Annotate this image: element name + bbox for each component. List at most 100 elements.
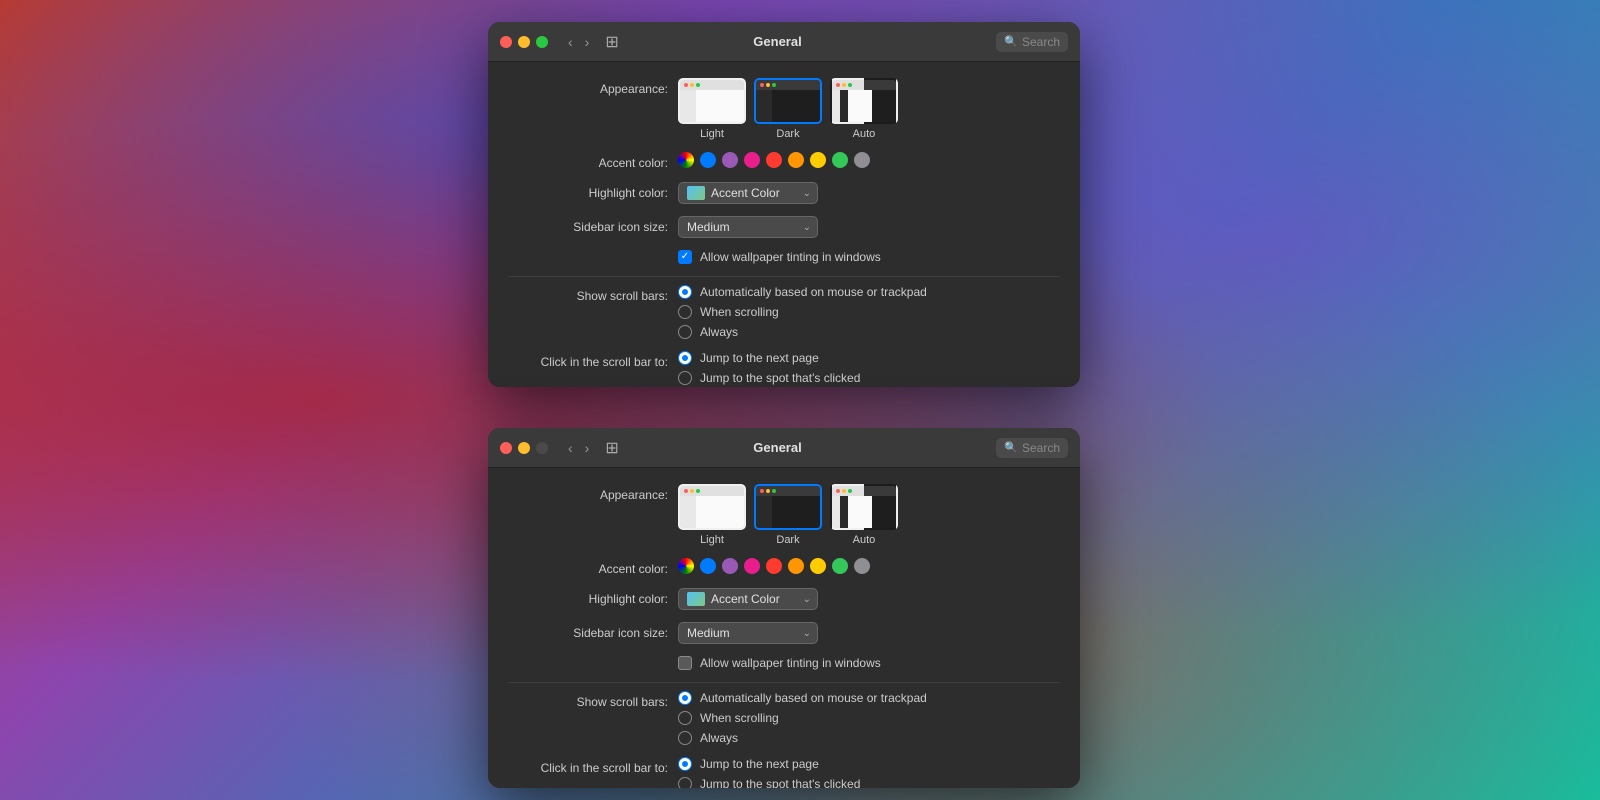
appearance-dark-2[interactable]: Dark xyxy=(754,484,822,546)
scroll-auto-radio-1[interactable] xyxy=(678,285,692,299)
click-spot-radio-2[interactable] xyxy=(678,777,692,788)
accent-pink-1[interactable] xyxy=(744,152,760,168)
wallpaper-tinting-row-2: Allow wallpaper tinting in windows xyxy=(508,656,1060,670)
accent-purple-1[interactable] xyxy=(722,152,738,168)
window-title-2: General xyxy=(567,440,989,455)
sidebar-size-label-2: Sidebar icon size: xyxy=(508,622,668,640)
search-icon-2: 🔍 xyxy=(1004,441,1018,454)
scroll-when-radio-1[interactable] xyxy=(678,305,692,319)
appearance-auto-2[interactable]: Auto xyxy=(830,484,898,546)
maximize-button-2[interactable] xyxy=(536,442,548,454)
scroll-auto-option-2[interactable]: Automatically based on mouse or trackpad xyxy=(678,691,927,705)
wallpaper-tinting-label-1 xyxy=(508,250,668,254)
accent-red-2[interactable] xyxy=(766,558,782,574)
click-next-option-2[interactable]: Jump to the next page xyxy=(678,757,860,771)
search-bar-2[interactable]: 🔍 Search xyxy=(996,438,1068,458)
highlight-dropdown-1[interactable]: Accent Color xyxy=(678,182,818,204)
click-next-label-1: Jump to the next page xyxy=(700,351,819,365)
wallpaper-tinting-checkbox-2[interactable] xyxy=(678,656,692,670)
accent-multicolor-2[interactable] xyxy=(678,558,694,574)
color-dots-1 xyxy=(678,152,870,168)
scroll-always-option-1[interactable]: Always xyxy=(678,325,927,339)
scroll-auto-radio-2[interactable] xyxy=(678,691,692,705)
scroll-bars-label-2: Show scroll bars: xyxy=(508,691,668,709)
scroll-bars-control-1: Automatically based on mouse or trackpad… xyxy=(678,285,1060,339)
click-spot-label-2: Jump to the spot that's clicked xyxy=(700,777,860,788)
accent-yellow-1[interactable] xyxy=(810,152,826,168)
click-spot-option-1[interactable]: Jump to the spot that's clicked xyxy=(678,371,860,385)
dark-label-2: Dark xyxy=(776,534,799,546)
auto-label-2: Auto xyxy=(853,534,876,546)
accent-blue-1[interactable] xyxy=(700,152,716,168)
close-button-2[interactable] xyxy=(500,442,512,454)
scroll-bars-control-2: Automatically based on mouse or trackpad… xyxy=(678,691,1060,745)
search-placeholder-2: Search xyxy=(1022,441,1060,455)
accent-control-2 xyxy=(678,558,1060,574)
accent-multicolor-1[interactable] xyxy=(678,152,694,168)
appearance-light-2[interactable]: Light xyxy=(678,484,746,546)
sidebar-size-dropdown-1[interactable]: Medium xyxy=(678,216,818,238)
sidebar-size-control-2: Medium xyxy=(678,622,1060,644)
wallpaper-tinting-checkbox-label-2: Allow wallpaper tinting in windows xyxy=(700,656,881,670)
accent-graphite-2[interactable] xyxy=(854,558,870,574)
wallpaper-tinting-control-2: Allow wallpaper tinting in windows xyxy=(678,656,1060,670)
auto-thumb-1 xyxy=(830,78,898,124)
appearance-control-2: Light xyxy=(678,484,1060,546)
wallpaper-tinting-checkbox-1[interactable]: ✓ xyxy=(678,250,692,264)
accent-yellow-2[interactable] xyxy=(810,558,826,574)
scroll-always-radio-1[interactable] xyxy=(678,325,692,339)
accent-orange-1[interactable] xyxy=(788,152,804,168)
traffic-lights-2 xyxy=(500,442,548,454)
accent-orange-2[interactable] xyxy=(788,558,804,574)
appearance-options-2: Light xyxy=(678,484,898,546)
accent-green-1[interactable] xyxy=(832,152,848,168)
minimize-button-1[interactable] xyxy=(518,36,530,48)
click-spot-radio-1[interactable] xyxy=(678,371,692,385)
click-next-radio-1[interactable] xyxy=(678,351,692,365)
click-next-option-1[interactable]: Jump to the next page xyxy=(678,351,860,365)
accent-graphite-1[interactable] xyxy=(854,152,870,168)
search-placeholder-1: Search xyxy=(1022,35,1060,49)
dark-thumb-2 xyxy=(754,484,822,530)
wallpaper-tinting-label-2 xyxy=(508,656,668,660)
highlight-color-row-2: Highlight color: Accent Color xyxy=(508,588,1060,610)
appearance-dark-1[interactable]: Dark xyxy=(754,78,822,140)
click-scroll-label-2: Click in the scroll bar to: xyxy=(508,757,668,775)
appearance-row-2: Appearance: xyxy=(508,484,1060,546)
sidebar-size-value-1: Medium xyxy=(687,220,730,234)
scroll-auto-option-1[interactable]: Automatically based on mouse or trackpad xyxy=(678,285,927,299)
sidebar-size-dropdown-2[interactable]: Medium xyxy=(678,622,818,644)
appearance-light-1[interactable]: Light xyxy=(678,78,746,140)
maximize-button-1[interactable] xyxy=(536,36,548,48)
appearance-row-1: Appearance: xyxy=(508,78,1060,140)
accent-pink-2[interactable] xyxy=(744,558,760,574)
close-button-1[interactable] xyxy=(500,36,512,48)
titlebar-2: ‹ › ⊞ General 🔍 Search xyxy=(488,428,1080,468)
search-bar-1[interactable]: 🔍 Search xyxy=(996,32,1068,52)
accent-blue-2[interactable] xyxy=(700,558,716,574)
sidebar-size-row-1: Sidebar icon size: Medium xyxy=(508,216,1060,238)
minimize-button-2[interactable] xyxy=(518,442,530,454)
highlight-color-row-1: Highlight color: Accent Color xyxy=(508,182,1060,204)
accent-color-row-2: Accent color: xyxy=(508,558,1060,576)
scroll-always-option-2[interactable]: Always xyxy=(678,731,927,745)
accent-green-2[interactable] xyxy=(832,558,848,574)
accent-purple-2[interactable] xyxy=(722,558,738,574)
appearance-auto-1[interactable]: Auto xyxy=(830,78,898,140)
scroll-when-label-1: When scrolling xyxy=(700,305,779,319)
highlight-dropdown-2[interactable]: Accent Color xyxy=(678,588,818,610)
scroll-when-radio-2[interactable] xyxy=(678,711,692,725)
click-next-radio-2[interactable] xyxy=(678,757,692,771)
scroll-auto-label-1: Automatically based on mouse or trackpad xyxy=(700,285,927,299)
scroll-when-label-2: When scrolling xyxy=(700,711,779,725)
click-scroll-row-1: Click in the scroll bar to: Jump to the … xyxy=(508,351,1060,385)
highlight-control-2: Accent Color xyxy=(678,588,1060,610)
click-spot-option-2[interactable]: Jump to the spot that's clicked xyxy=(678,777,860,788)
scroll-always-radio-2[interactable] xyxy=(678,731,692,745)
accent-red-1[interactable] xyxy=(766,152,782,168)
click-next-label-2: Jump to the next page xyxy=(700,757,819,771)
scroll-when-option-2[interactable]: When scrolling xyxy=(678,711,927,725)
scroll-bars-radio-group-2: Automatically based on mouse or trackpad… xyxy=(678,691,927,745)
scroll-when-option-1[interactable]: When scrolling xyxy=(678,305,927,319)
checkmark-1: ✓ xyxy=(681,252,689,262)
